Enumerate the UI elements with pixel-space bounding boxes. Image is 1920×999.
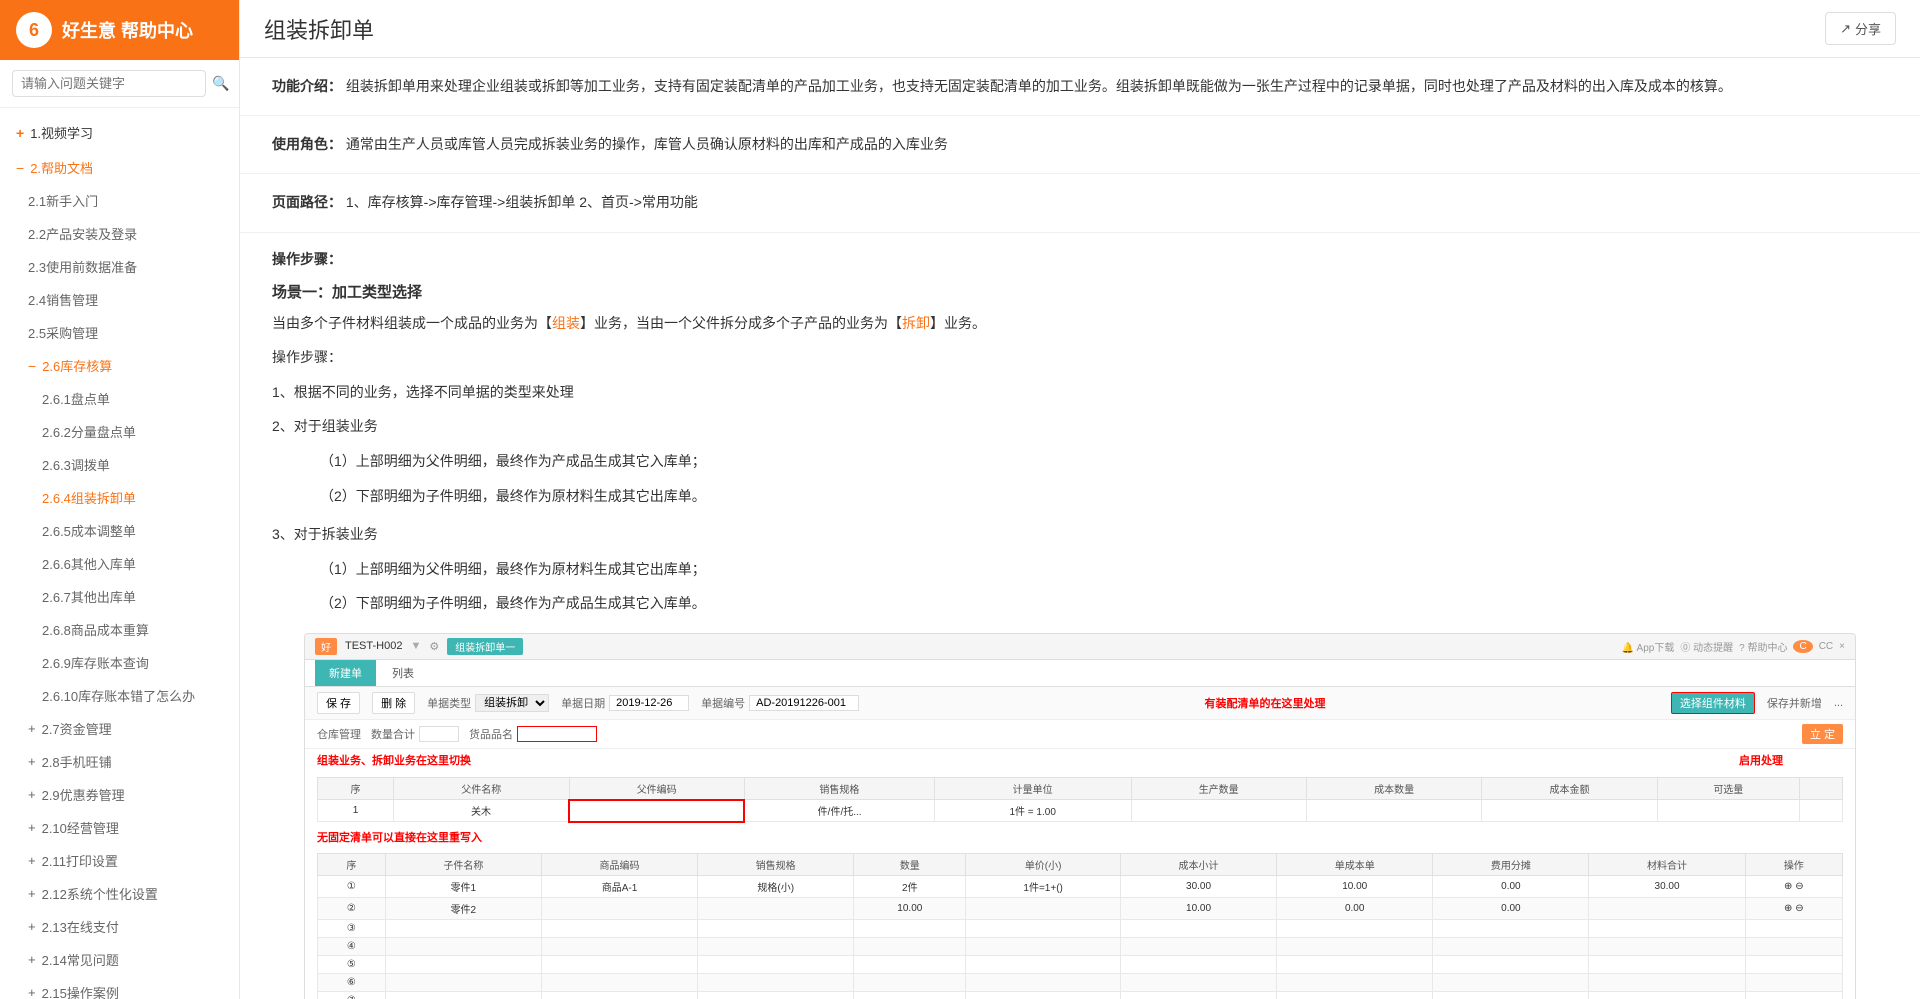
sidebar-item-sales[interactable]: 2.4销售管理 (0, 283, 239, 316)
minus-icon: − (16, 160, 24, 176)
sidebar-item-personalize[interactable]: + 2.12系统个性化设置 (0, 877, 239, 910)
sim-ui: 好 TEST-H002 ▼ ⚙ 组装拆卸单一 🔔 App下载 ⓪ 动态提醒 ? … (305, 634, 1855, 999)
sidebar-header: 6 好生意 帮助中心 (0, 0, 239, 60)
page-title: 组装拆卸单 (264, 13, 374, 45)
sim-type-select[interactable]: 组装拆卸 (475, 694, 549, 712)
plus-icon: + (16, 125, 24, 141)
sidebar-item-assembly[interactable]: 2.6.4组装拆卸单 (0, 481, 239, 514)
step2: 2、对于组装业务 (272, 413, 1888, 440)
sidebar-item-install[interactable]: 2.2产品安装及登录 (0, 217, 239, 250)
scene1-title: 场景一：加工类型选择 (272, 281, 1888, 302)
sidebar-item-purchase[interactable]: 2.5采购管理 (0, 316, 239, 349)
ops-section: 操作步骤： 场景一：加工类型选择 当由多个子件材料组装成一个成品的业务为【组装】… (240, 233, 1920, 999)
sidebar-item-cases[interactable]: + 2.15操作案例 (0, 976, 239, 999)
table-row: 1 关木 件/件/托... 1件 = 1.00 (318, 800, 1843, 822)
sim-tab-new[interactable]: 新建单 (315, 660, 376, 686)
sim-annotation3: 组装业务、拆卸业务在这里切换 (317, 752, 471, 768)
sim-qty-input[interactable] (419, 726, 459, 742)
article: 功能介绍： 组装拆卸单用来处理企业组装或拆卸等加工业务，支持有固定装配清单的产品… (240, 58, 1920, 999)
table-row: ① 零件1 商品A-1 规格(小) 2件 1件=1+() 30.00 10.00… (318, 875, 1843, 897)
intro-section: 功能介绍： 组装拆卸单用来处理企业组装或拆卸等加工业务，支持有固定装配清单的产品… (240, 58, 1920, 116)
main: 组装拆卸单 ↗ 分享 功能介绍： 组装拆卸单用来处理企业组装或拆卸等加工业务，支… (240, 0, 1920, 999)
sidebar-item-docs[interactable]: − 2.帮助文档 (0, 151, 239, 184)
sidebar-item-video[interactable]: + 1.视频学习 (0, 116, 239, 149)
sidebar-item-onlinepay[interactable]: + 2.13在线支付 (0, 910, 239, 943)
step1: 1、根据不同的业务，选择不同单据的类型来处理 (272, 379, 1888, 406)
sidebar-item-newbie[interactable]: 2.1新手入门 (0, 184, 239, 217)
search-box: 🔍 (0, 60, 239, 108)
scene1-desc: 当由多个子件材料组装成一个成品的业务为【组装】业务，当由一个父件拆分成多个子产品… (272, 310, 1888, 337)
intro-text: 功能介绍： 组装拆卸单用来处理企业组装或拆卸等加工业务，支持有固定装配清单的产品… (272, 74, 1888, 99)
sidebar-item-stockquery[interactable]: 2.6.9库存账本查询 (0, 646, 239, 679)
step3: 3、对于拆装业务 (272, 521, 1888, 548)
sim-logo: 好 (315, 638, 337, 655)
sim-annotation5: 无固定清单可以直接在这里重写入 (305, 827, 1855, 847)
search-icon[interactable]: 🔍 (212, 75, 229, 92)
ops-title: 操作步骤： (272, 249, 1888, 269)
ops-steps-title: 操作步骤： (272, 344, 1888, 371)
sim-header-title: TEST-H002 (345, 640, 402, 652)
screenshot-area: 好 TEST-H002 ▼ ⚙ 组装拆卸单一 🔔 App下载 ⓪ 动态提醒 ? … (304, 633, 1856, 999)
role-text: 使用角色： 通常由生产人员或库管人员完成拆装业务的操作，库管人员确认原材料的出库… (272, 132, 1888, 157)
table-row: ⑤ (318, 955, 1843, 973)
table-row: ⑥ (318, 973, 1843, 991)
role-section: 使用角色： 通常由生产人员或库管人员完成拆装业务的操作，库管人员确认原材料的出库… (240, 116, 1920, 174)
share-icon: ↗ (1840, 21, 1851, 37)
table-row: ② 零件2 10.00 10.00 0.00 0.00 (318, 897, 1843, 919)
top-bar: 组装拆卸单 ↗ 分享 (240, 0, 1920, 58)
sim-upper-table: 序 父件名称 父件编码 销售规格 计量单位 生产数量 成本数量 成本金额 可选量 (317, 777, 1843, 823)
sidebar-item-outbound[interactable]: 2.6.7其他出库单 (0, 580, 239, 613)
sim-date-input[interactable] (609, 695, 689, 711)
sim-save-btn[interactable]: 保 存 (317, 692, 360, 714)
sim-lower-table: 序 子件名称 商品编码 销售规格 数量 单价(小) 成本小计 单成本单 费用分摊 (317, 853, 1843, 999)
sidebar-item-stocktake[interactable]: 2.6.1盘点单 (0, 382, 239, 415)
search-input[interactable] (12, 70, 206, 97)
nav-group-docs: − 2.帮助文档 2.1新手入门 2.2产品安装及登录 2.3使用前数据准备 2… (0, 151, 239, 999)
sidebar-item-dataprep[interactable]: 2.3使用前数据准备 (0, 250, 239, 283)
sidebar-item-print[interactable]: + 2.11打印设置 (0, 844, 239, 877)
sidebar-item-costadj[interactable]: 2.6.5成本调整单 (0, 514, 239, 547)
sim-annotation1: 有装配清单的在这里处理 (871, 695, 1659, 711)
table-row: ③ (318, 919, 1843, 937)
sim-delete-btn[interactable]: 删 除 (372, 692, 415, 714)
sidebar-item-faq[interactable]: + 2.14常见问题 (0, 943, 239, 976)
sidebar-item-inventory[interactable]: − 2.6库存核算 (0, 349, 239, 382)
table-row: ④ (318, 937, 1843, 955)
share-button[interactable]: ↗ 分享 (1825, 12, 1896, 45)
nav-list: + 1.视频学习 − 2.帮助文档 2.1新手入门 2.2产品安装及登录 2.3… (0, 108, 239, 999)
nav-group-video: + 1.视频学习 (0, 116, 239, 149)
path-section: 页面路径： 1、库存核算->库存管理->组装拆卸单 2、首页->常用功能 (240, 174, 1920, 232)
path-text: 页面路径： 1、库存核算->库存管理->组装拆卸单 2、首页->常用功能 (272, 190, 1888, 215)
logo-icon: 6 (16, 12, 52, 48)
sidebar-item-accounterr[interactable]: 2.6.10库存账本错了怎么办 (0, 679, 239, 712)
sidebar-item-mobile[interactable]: + 2.8手机旺铺 (0, 745, 239, 778)
app-title: 好生意 帮助中心 (62, 17, 193, 43)
step2-2: （2）下部明细为子件明细，最终作为原材料生成其它出库单。 (272, 483, 1888, 510)
step3-1: （1）上部明细为父件明细，最终作为原材料生成其它出库单； (272, 556, 1888, 583)
step2-1: （1）上部明细为父件明细，最终作为产成品生成其它入库单； (272, 448, 1888, 475)
sim-product-input[interactable] (517, 726, 597, 742)
step3-2: （2）下部明细为子件明细，最终作为产成品生成其它入库单。 (272, 590, 1888, 617)
sidebar-item-finance[interactable]: + 2.7资金管理 (0, 712, 239, 745)
minus-icon-inventory: − (28, 358, 36, 374)
sim-enable-btn[interactable]: 立 定 (1802, 724, 1843, 744)
sim-new-btn[interactable]: 组装拆卸单一 (447, 638, 523, 655)
sidebar-item-coupon[interactable]: + 2.9优惠券管理 (0, 778, 239, 811)
sidebar-item-operations[interactable]: + 2.10经营管理 (0, 811, 239, 844)
sidebar: 6 好生意 帮助中心 🔍 + 1.视频学习 − 2.帮助文档 2.1新手入门 2… (0, 0, 240, 999)
sidebar-item-costcalc[interactable]: 2.6.8商品成本重算 (0, 613, 239, 646)
table-row: ⑦ (318, 991, 1843, 999)
sidebar-item-partial[interactable]: 2.6.2分量盘点单 (0, 415, 239, 448)
sim-annotation4: 启用处理 (1739, 752, 1783, 768)
sim-tab-list[interactable]: 列表 (378, 660, 428, 686)
sidebar-item-adjust[interactable]: 2.6.3调拨单 (0, 448, 239, 481)
sim-num-input[interactable] (749, 695, 859, 711)
sim-select-btn[interactable]: 选择组件材料 (1671, 692, 1755, 714)
sidebar-item-inbound[interactable]: 2.6.6其他入库单 (0, 547, 239, 580)
